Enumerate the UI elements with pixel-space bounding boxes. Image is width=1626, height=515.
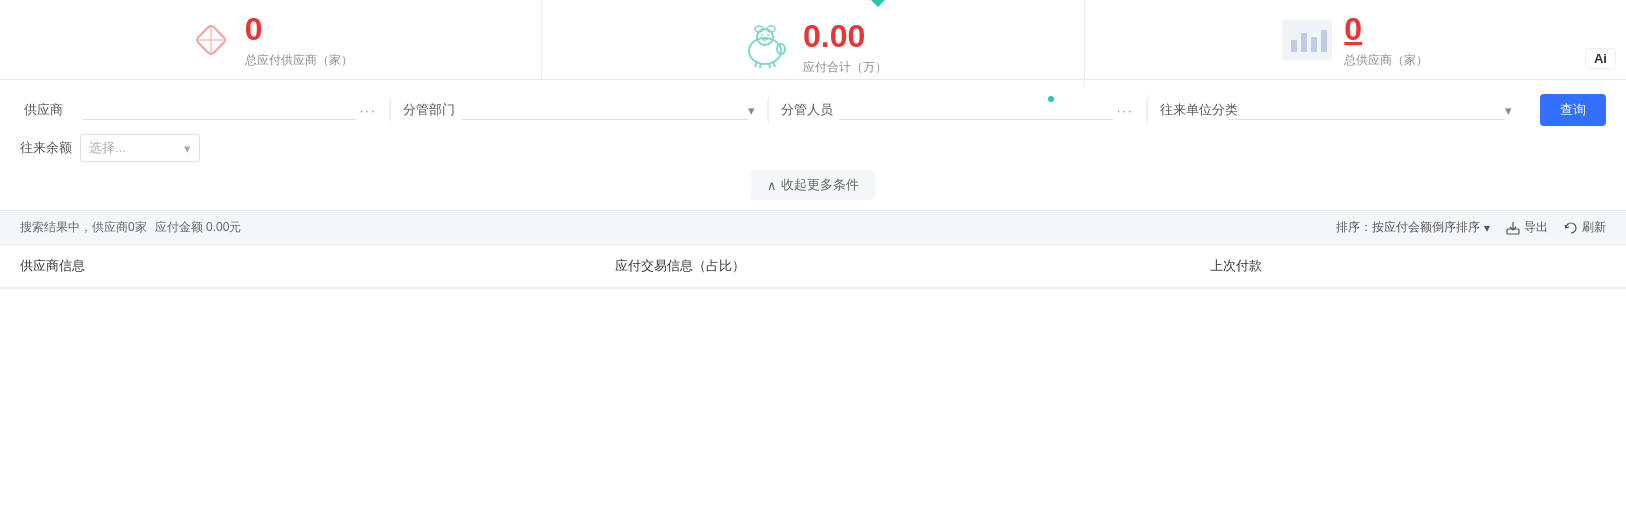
payable-total-label: 应付合计（万） (803, 59, 887, 76)
sort-arrow-icon: ▾ (1484, 221, 1490, 235)
svg-point-3 (749, 38, 781, 64)
total-payable-suppliers-number: 0 (245, 10, 353, 48)
collapse-button[interactable]: ∧ 收起更多条件 (751, 170, 875, 200)
export-button[interactable]: 导出 (1506, 219, 1548, 236)
svg-line-9 (769, 63, 770, 68)
results-info-area: 搜索结果中，供应商0家 应付金额 0.00元 (20, 219, 241, 236)
svg-line-8 (760, 63, 761, 68)
svg-point-6 (767, 34, 769, 36)
table-col-lastpay: 上次付款 (1210, 257, 1607, 275)
export-icon (1506, 221, 1520, 235)
refresh-button[interactable]: 刷新 (1564, 219, 1606, 236)
ai-badge: Ai (1585, 48, 1616, 69)
table-body (0, 289, 1626, 515)
sort-label: 排序：按应付会额倒序排序 (1336, 219, 1480, 236)
sort-select[interactable]: 排序：按应付会额倒序排序 ▾ (1336, 219, 1490, 236)
person-field-group: 分管人员 ··· (769, 100, 1147, 120)
collapse-label: 收起更多条件 (781, 176, 859, 194)
diamond-logo-icon (189, 18, 233, 62)
person-dots[interactable]: ··· (1117, 103, 1134, 118)
total-suppliers-number: 0 (1344, 10, 1428, 48)
payable-total-number: 0.00 (803, 17, 887, 55)
bar-chart-icon (1287, 25, 1327, 55)
unit-category-field-group: 往来单位分类 ▾ (1148, 100, 1525, 120)
svg-point-5 (761, 34, 763, 36)
stat-total-payable-suppliers: 0 总应付供应商（家） (0, 0, 542, 79)
svg-rect-15 (1301, 33, 1307, 52)
export-label: 导出 (1524, 219, 1548, 236)
piggy-icon (739, 21, 791, 73)
balance-select[interactable]: 选择... ▾ (80, 134, 200, 162)
table-col-supplier: 供应商信息 (20, 257, 615, 275)
results-amount-text: 应付金额 0.00元 (155, 219, 242, 236)
collapse-row: ∧ 收起更多条件 (20, 170, 1606, 200)
svg-rect-14 (1291, 40, 1297, 52)
filter-bar: 供应商 ··· 分管部门 ▾ 分管人员 ··· 往来单位分类 (0, 80, 1626, 211)
supplier-field-group: 供应商 ··· (20, 100, 390, 120)
svg-rect-16 (1311, 37, 1317, 52)
department-input[interactable] (461, 100, 749, 120)
table-col-transaction: 应付交易信息（占比） (615, 257, 1210, 275)
svg-rect-17 (1321, 30, 1327, 52)
supplier-label: 供应商 (24, 101, 74, 119)
results-bar: 搜索结果中，供应商0家 应付金额 0.00元 排序：按应付会额倒序排序 ▾ 导出… (0, 211, 1626, 245)
department-arrow-icon[interactable]: ▾ (748, 103, 755, 118)
filter-row-2: 往来余额 选择... ▾ (20, 134, 1606, 162)
total-suppliers-label: 总供应商（家） (1344, 52, 1428, 69)
balance-placeholder: 选择... (89, 139, 126, 157)
results-info-text: 搜索结果中，供应商0家 (20, 219, 147, 236)
unit-category-input[interactable] (1229, 100, 1505, 120)
unit-category-label: 往来单位分类 (1160, 101, 1221, 119)
person-input[interactable] (839, 100, 1113, 120)
stat-payable-total: 快速录单的快捷键说明在这里 × 0.00 应付合计（万） (542, 0, 1084, 86)
filter-main-row: 供应商 ··· 分管部门 ▾ 分管人员 ··· 往来单位分类 (20, 94, 1606, 126)
refresh-icon (1564, 221, 1578, 235)
supplier-dots[interactable]: ··· (360, 103, 377, 118)
total-payable-suppliers-label: 总应付供应商（家） (245, 52, 353, 69)
collapse-up-icon: ∧ (767, 178, 777, 193)
supplier-input[interactable] (82, 100, 356, 120)
refresh-label: 刷新 (1582, 219, 1606, 236)
person-label: 分管人员 (781, 101, 831, 119)
stats-bar: 0 总应付供应商（家） 快速录单的快捷键说明在这里 × (0, 0, 1626, 80)
balance-label: 往来余额 (20, 139, 72, 157)
stat-total-suppliers: 0 总供应商（家） Ai (1085, 0, 1626, 79)
tooltip-connector-dot (1046, 94, 1056, 104)
table-header: 供应商信息 应付交易信息（占比） 上次付款 (0, 245, 1626, 289)
query-button[interactable]: 查询 (1540, 94, 1606, 126)
balance-arrow-icon: ▾ (184, 141, 191, 156)
filter-fields: 供应商 ··· 分管部门 ▾ 分管人员 ··· 往来单位分类 (20, 95, 1524, 125)
department-label: 分管部门 (403, 101, 453, 119)
stats-graph-icon (1282, 20, 1332, 60)
department-field-group: 分管部门 ▾ (391, 100, 769, 120)
unit-category-arrow-icon[interactable]: ▾ (1505, 103, 1512, 118)
results-actions-area: 排序：按应付会额倒序排序 ▾ 导出 刷新 (1336, 219, 1606, 236)
